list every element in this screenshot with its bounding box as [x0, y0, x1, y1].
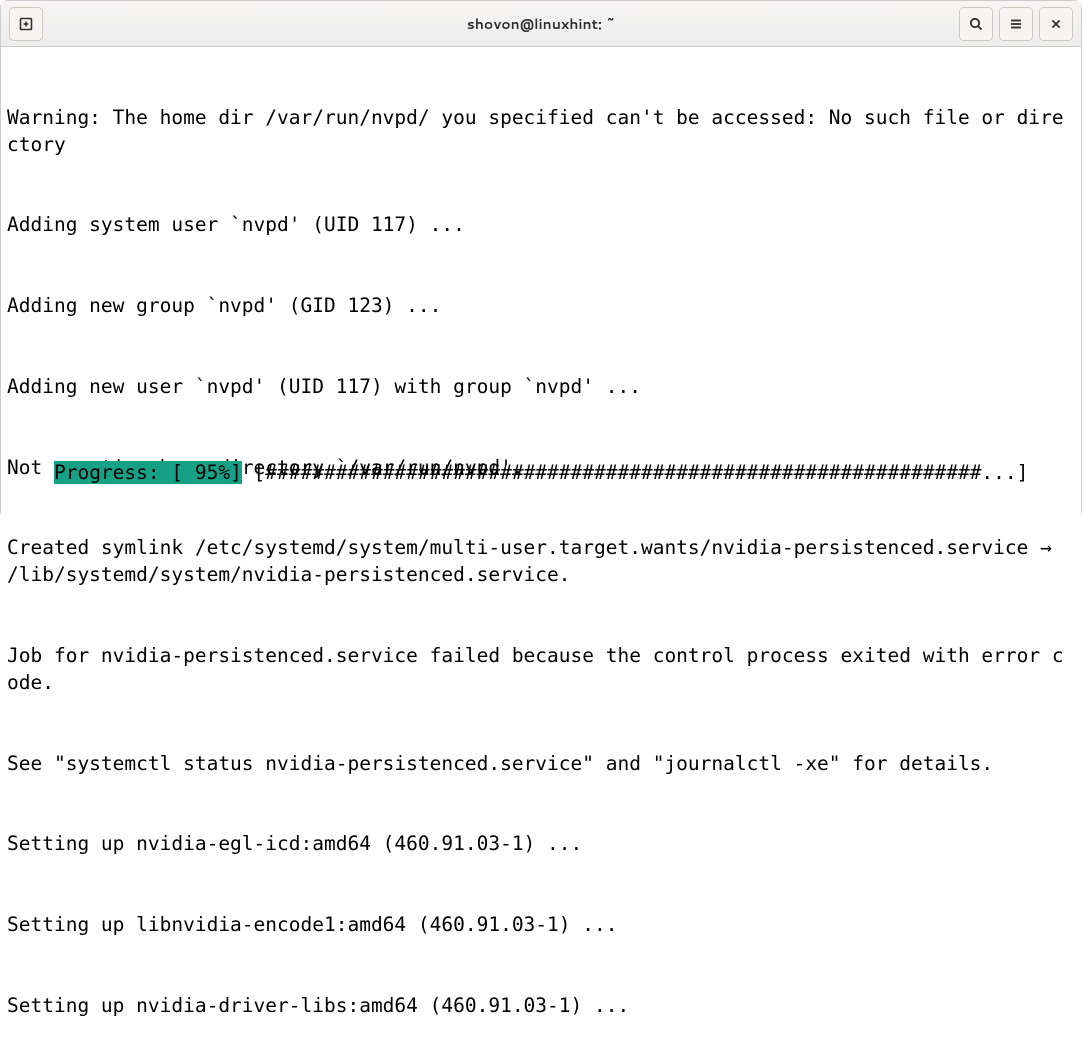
menu-button[interactable] — [999, 7, 1033, 41]
terminal-line: Setting up nvidia-egl-icd:amd64 (460.91.… — [7, 831, 1075, 858]
terminal-line: Created symlink /etc/systemd/system/mult… — [7, 535, 1075, 589]
apt-progress-line: Progress: [ 95%] [######################… — [7, 433, 1075, 514]
close-button[interactable] — [1039, 7, 1073, 41]
new-tab-button[interactable] — [9, 7, 43, 41]
progress-bar: [#######################################… — [242, 461, 1040, 484]
window-title: shovon@linuxhint: ~ — [467, 14, 616, 34]
titlebar-right — [959, 7, 1073, 41]
terminal-line: See "systemctl status nvidia-persistence… — [7, 751, 1075, 778]
terminal-line: Adding system user `nvpd' (UID 117) ... — [7, 212, 1075, 239]
terminal-line: Job for nvidia-persistenced.service fail… — [7, 643, 1075, 697]
titlebar-left — [9, 7, 43, 41]
terminal-line: Warning: The home dir /var/run/nvpd/ you… — [7, 105, 1075, 159]
search-button[interactable] — [959, 7, 993, 41]
terminal-line: Adding new user `nvpd' (UID 117) with gr… — [7, 374, 1075, 401]
terminal-line: Adding new group `nvpd' (GID 123) ... — [7, 293, 1075, 320]
window-titlebar: shovon@linuxhint: ~ — [1, 1, 1081, 47]
terminal-output[interactable]: Warning: The home dir /var/run/nvpd/ you… — [1, 47, 1081, 520]
terminal-line: Setting up libnvidia-encode1:amd64 (460.… — [7, 912, 1075, 939]
progress-percent: Progress: [ 95%] — [54, 461, 242, 484]
terminal-line: Setting up nvidia-driver-libs:amd64 (460… — [7, 993, 1075, 1020]
